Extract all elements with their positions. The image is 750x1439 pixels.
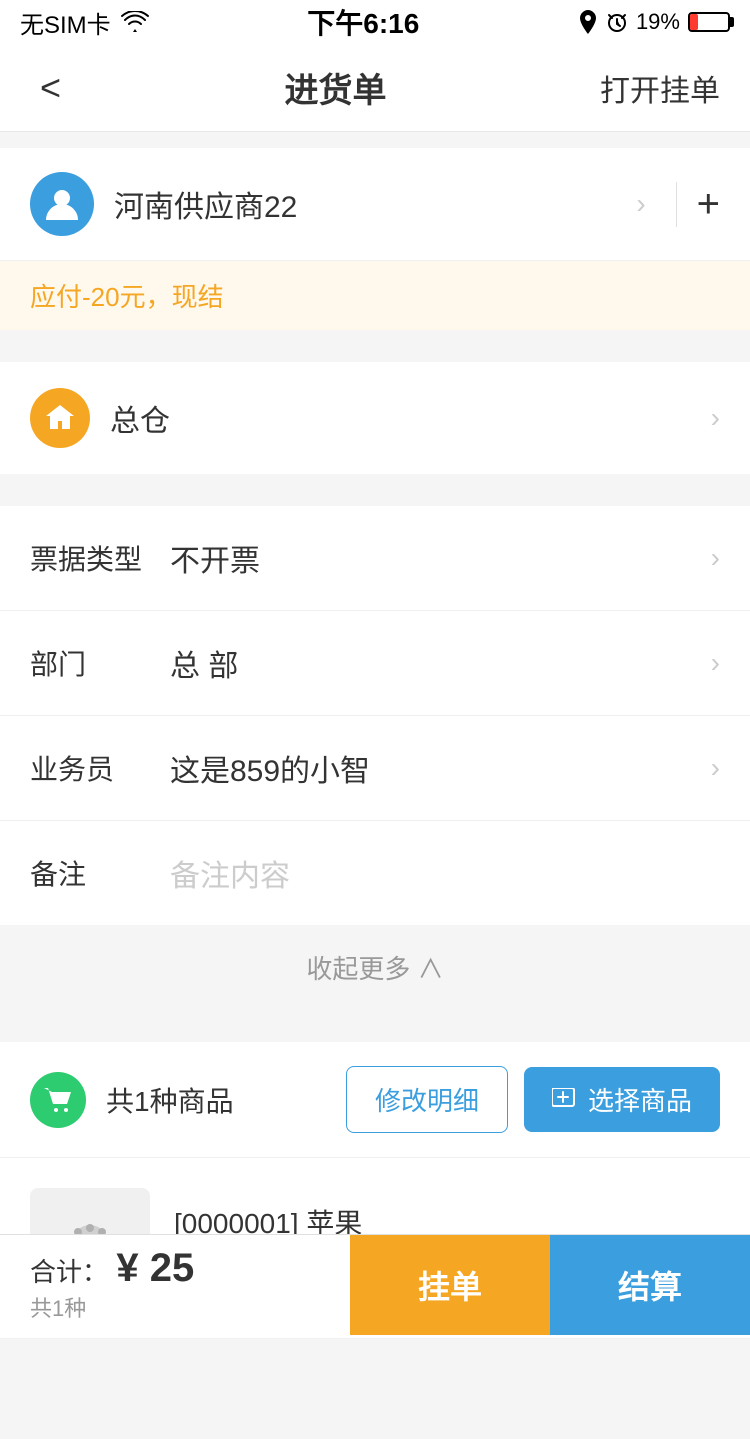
products-count-label: 共1种商品 (106, 1080, 346, 1120)
checkout-button[interactable]: 结算 (550, 1235, 750, 1335)
dept-chevron-icon: › (711, 647, 720, 679)
warehouse-name: 总仓 (110, 396, 711, 440)
supplier-chevron-icon: › (636, 188, 645, 220)
status-time: 下午6:16 (307, 2, 419, 42)
select-cart-icon (552, 1088, 580, 1112)
remark-input[interactable]: 备注内容 (170, 851, 720, 895)
warehouse-row[interactable]: 总仓 › (0, 362, 750, 474)
invoice-chevron-icon: › (711, 542, 720, 574)
wifi-icon (121, 11, 149, 33)
dept-row[interactable]: 部门 总 部 › (0, 611, 750, 716)
sales-row[interactable]: 业务员 这是859的小智 › (0, 716, 750, 821)
payment-notice: 应付-20元，现结 (0, 261, 750, 330)
warehouse-section: 总仓 › (0, 362, 750, 474)
divider-4 (0, 1010, 750, 1026)
form-section: 票据类型 不开票 › 部门 总 部 › 业务员 这是859的小智 › 备注 备注… (0, 506, 750, 925)
products-icon (30, 1072, 86, 1128)
location-icon (578, 10, 598, 34)
cart-icon (42, 1084, 74, 1116)
status-bar: 无SIM卡 下午6:16 19% (0, 0, 750, 44)
dept-value: 总 部 (170, 641, 711, 685)
warehouse-chevron-icon: › (711, 402, 720, 434)
supplier-name: 河南供应商22 (114, 182, 636, 226)
total-section: 合计： ¥ 25 共1种 (0, 1246, 350, 1323)
remark-row[interactable]: 备注 备注内容 (0, 821, 750, 925)
dept-label: 部门 (30, 643, 150, 683)
divider-1 (0, 132, 750, 148)
remark-label: 备注 (30, 853, 150, 893)
modify-detail-button[interactable]: 修改明细 (346, 1066, 508, 1133)
back-button[interactable]: < (30, 57, 71, 119)
battery-label: 19% (636, 9, 680, 35)
status-right: 19% (578, 9, 730, 35)
alarm-icon (606, 11, 628, 33)
select-products-button[interactable]: 选择商品 (524, 1067, 720, 1132)
divider-3 (0, 474, 750, 490)
total-amount: ¥ 25 (116, 1246, 194, 1290)
total-label: 合计： (30, 1257, 108, 1287)
person-icon (42, 184, 82, 224)
invoice-type-row[interactable]: 票据类型 不开票 › (0, 506, 750, 611)
supplier-avatar (30, 172, 94, 236)
hang-button[interactable]: 挂单 (350, 1235, 550, 1335)
invoice-type-label: 票据类型 (30, 538, 150, 578)
status-left: 无SIM卡 (20, 5, 149, 40)
open-hang-button[interactable]: 打开挂单 (600, 66, 720, 110)
invoice-type-value: 不开票 (170, 536, 711, 580)
sales-chevron-icon: › (711, 752, 720, 784)
bottom-bar: 合计： ¥ 25 共1种 挂单 结算 (0, 1234, 750, 1334)
collapse-bar[interactable]: 收起更多 ∧ (0, 925, 750, 1010)
sales-value: 这是859的小智 (170, 746, 711, 790)
battery-icon (688, 12, 730, 32)
divider-2 (0, 330, 750, 346)
warehouse-icon (30, 388, 90, 448)
select-btn-label: 选择商品 (588, 1081, 692, 1118)
total-row: 合计： ¥ 25 (30, 1246, 320, 1291)
nav-bar: < 进货单 打开挂单 (0, 44, 750, 132)
supplier-row[interactable]: 河南供应商22 › + (0, 148, 750, 261)
add-supplier-button[interactable]: + (676, 182, 720, 227)
total-count: 共1种 (30, 1291, 320, 1323)
network-label: 无SIM卡 (20, 5, 111, 40)
page-title: 进货单 (285, 63, 387, 112)
home-icon (44, 402, 76, 434)
sales-label: 业务员 (30, 748, 150, 788)
products-header: 共1种商品 修改明细 选择商品 (0, 1042, 750, 1158)
supplier-section: 河南供应商22 › + 应付-20元，现结 (0, 148, 750, 330)
